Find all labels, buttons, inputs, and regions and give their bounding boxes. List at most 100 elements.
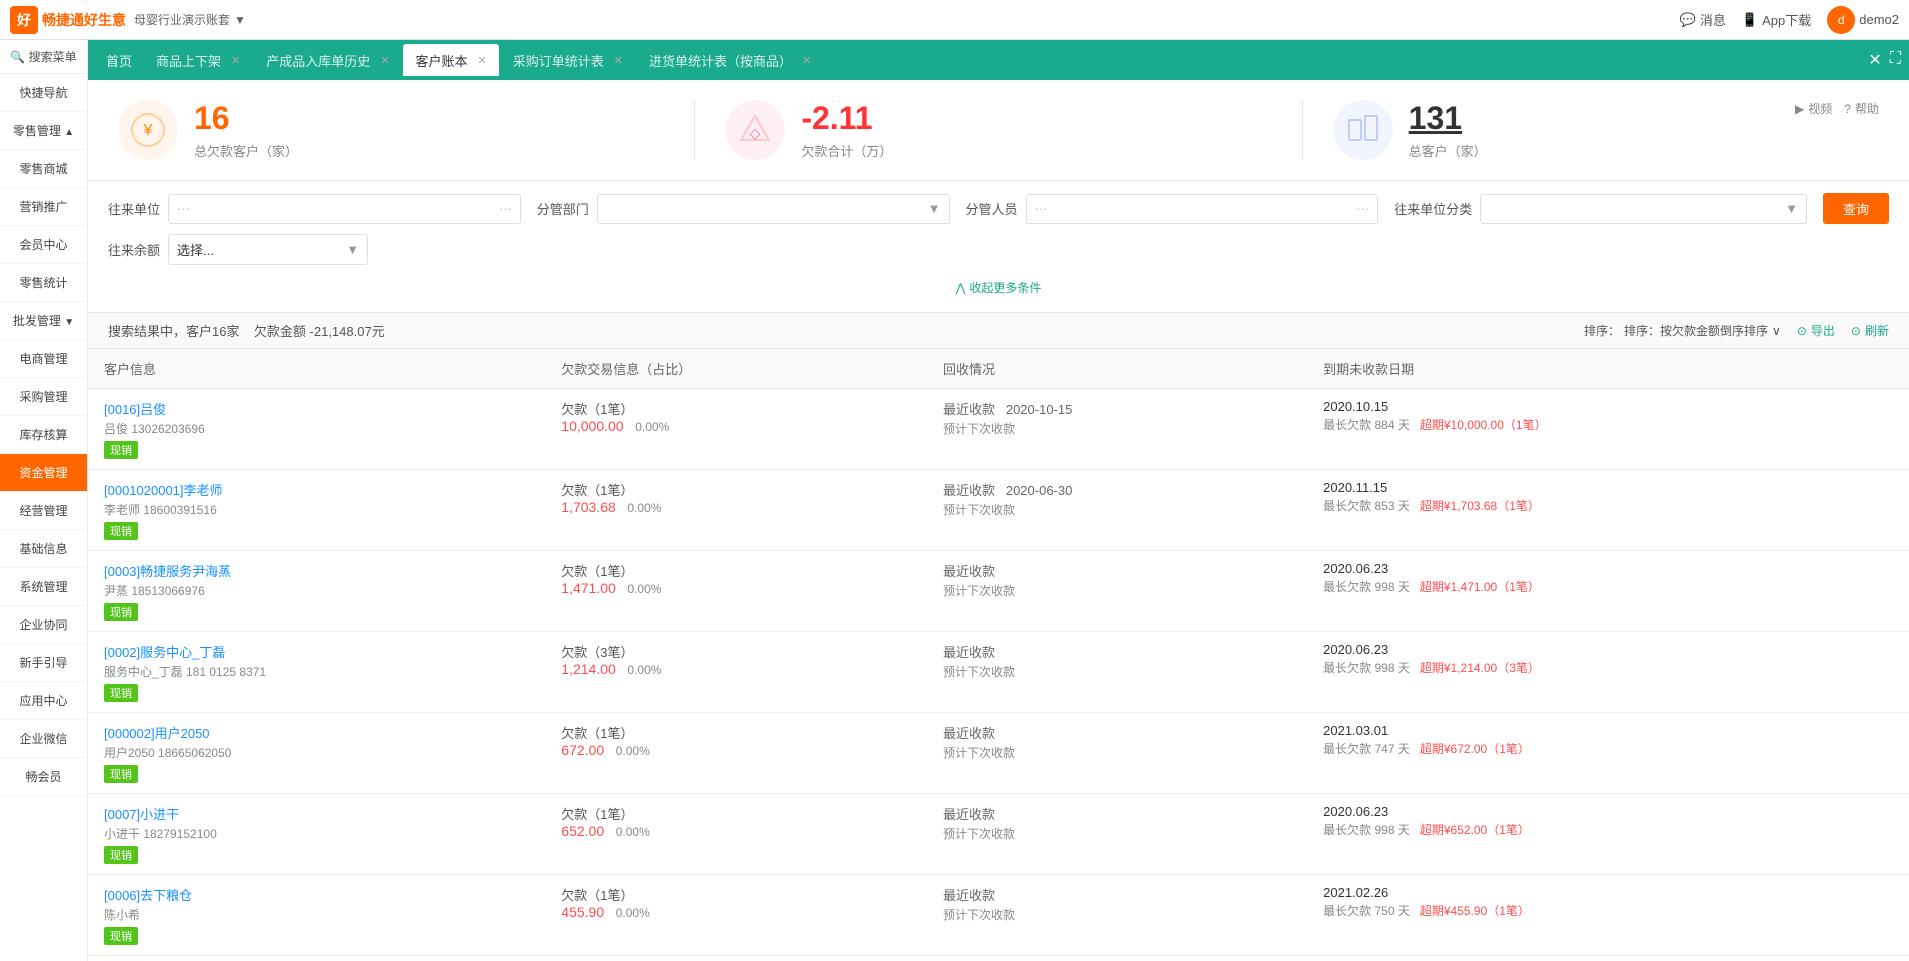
customer-name-link[interactable]: [000002]用户2050 [104, 726, 210, 741]
overdue-link[interactable]: 超期¥455.90（1笔） [1420, 904, 1530, 918]
customer-name-link[interactable]: [0016]吕俊 [104, 402, 166, 417]
sidebar-item-basic-info[interactable]: 基础信息 [0, 530, 87, 568]
col-header-collection: 回收情况 [927, 349, 1307, 389]
tab-product-listing[interactable]: 商品上下架 ✕ [144, 44, 252, 76]
tab-close-icon[interactable]: ✕ [802, 54, 811, 67]
sidebar-item-system[interactable]: 系统管理 [0, 568, 87, 606]
export-button[interactable]: ⊙ 导出 [1797, 322, 1835, 339]
tab-finished-goods[interactable]: 产成品入库单历史 ✕ [254, 44, 401, 76]
tab-expand-icon[interactable]: ⛶ [1890, 50, 1901, 70]
sort-select[interactable]: 排序： 排序：按欠款金额倒序排序 ∨ [1584, 322, 1781, 339]
sidebar-item-member2[interactable]: 畅会员 [0, 758, 87, 796]
due-date: 2020.06.23 [1323, 561, 1893, 576]
debt-ratio: 0.00% [635, 420, 669, 434]
tab-close-icon[interactable]: ✕ [478, 54, 487, 67]
due-date: 2021.03.01 [1323, 723, 1893, 738]
overdue-link[interactable]: 超期¥652.00（1笔） [1420, 823, 1530, 837]
collapse-button[interactable]: ⋀ 收起更多条件 [108, 275, 1889, 300]
collection-date: 最近收款 2020-06-30 [943, 480, 1291, 499]
tab-customer-account[interactable]: 客户账本 ✕ [403, 44, 498, 76]
sidebar-item-finance[interactable]: 资金管理 [0, 454, 87, 492]
sidebar-item-collab[interactable]: 企业协同 [0, 606, 87, 644]
sidebar-item-ecommerce[interactable]: 电商管理 [0, 340, 87, 378]
due-date: 2020.11.15 [1323, 480, 1893, 495]
filter-party-unit-input[interactable]: ··· [168, 194, 521, 224]
filter-unit-category-select[interactable]: ▼ [1480, 194, 1807, 224]
video-button[interactable]: ▶ 视频 [1795, 100, 1832, 117]
overdue-link[interactable]: 超期¥672.00（1笔） [1420, 742, 1530, 756]
sidebar-item-member[interactable]: 会员中心 [0, 226, 87, 264]
sidebar-item-label: 新手引导 [19, 656, 67, 670]
customer-contact: 李老师 18600391516 [104, 501, 529, 518]
overdue-link[interactable]: 超期¥10,000.00（1笔） [1420, 418, 1547, 432]
customer-name-link[interactable]: [0003]畅捷服务尹海蒸 [104, 564, 231, 579]
filter-label: 往来单位 [108, 199, 160, 218]
table-row: [0001020001]李老师 李老师 18600391516 现销 欠款（1笔… [88, 470, 1909, 551]
customer-tag: 现销 [104, 846, 138, 864]
message-button[interactable]: 💬 消息 [1680, 10, 1726, 29]
customer-name-link[interactable]: [0006]去下粮仓 [104, 888, 192, 903]
filter-party-unit: 往来单位 ··· [108, 194, 521, 224]
tab-label: 采购订单统计表 [513, 51, 604, 70]
refresh-button[interactable]: ⊙ 刷新 [1851, 322, 1889, 339]
user-avatar[interactable]: d demo2 [1827, 6, 1899, 34]
refresh-icon: ⊙ [1851, 324, 1861, 338]
customer-contact: 服务中心_丁磊 181 0125 8371 [104, 663, 529, 680]
debt-cell: 欠款（1笔） 1,471.00 0.00% [545, 551, 927, 632]
sidebar-item-apps[interactable]: 应用中心 [0, 682, 87, 720]
query-button[interactable]: 查询 [1823, 193, 1889, 224]
debt-customers-value: 16 [194, 100, 298, 137]
sidebar-item-quick-nav[interactable]: 快捷导航 [0, 74, 87, 112]
sidebar-item-inventory[interactable]: 库存核算 [0, 416, 87, 454]
sidebar-item-retail-stats[interactable]: 零售统计 [0, 264, 87, 302]
tab-close-icon[interactable]: ✕ [231, 54, 240, 67]
customer-name-link[interactable]: [0001020001]李老师 [104, 483, 223, 498]
customer-cell: [0001020001]李老师 李老师 18600391516 现销 [88, 470, 545, 551]
sidebar-item-label: 经营管理 [19, 504, 67, 518]
overdue-link[interactable]: 超期¥1,471.00（1笔） [1420, 580, 1540, 594]
overdue-cell: 2021.02.26 最长欠款 750 天 超期¥455.90（1笔） [1307, 875, 1909, 956]
collection-date: 最近收款 [943, 642, 1291, 661]
sidebar-item-retail-mgmt[interactable]: 零售管理 ▲ [0, 112, 87, 150]
sidebar-search[interactable]: 🔍 搜索菜单 [0, 40, 87, 74]
tab-purchase-order-stats[interactable]: 采购订单统计表 ✕ [501, 44, 635, 76]
sidebar-item-wholesale[interactable]: 批发管理 ▼ [0, 302, 87, 340]
sidebar-item-marketing[interactable]: 营销推广 [0, 188, 87, 226]
app-download-button[interactable]: 📱 App下载 [1742, 10, 1811, 29]
filter-person-input[interactable]: ··· [1026, 194, 1379, 224]
filter-balance-select[interactable]: 选择... ▼ [168, 234, 368, 265]
sidebar-item-label: 采购管理 [19, 390, 67, 404]
tab-bar-actions: ✕ ⛶ [1868, 50, 1901, 70]
debt-amount: 1,703.68 [561, 499, 616, 515]
sidebar-item-purchase[interactable]: 采购管理 [0, 378, 87, 416]
customer-name-link[interactable]: [0002]服务中心_丁磊 [104, 645, 225, 660]
sidebar-item-guide[interactable]: 新手引导 [0, 644, 87, 682]
filter-dots: ··· [1035, 201, 1048, 216]
table-row: [000001]黄思源 黄思源 13552700226 现销 欠款（1笔） 42… [88, 956, 1909, 961]
overdue-link[interactable]: 超期¥1,703.68（1笔） [1420, 499, 1540, 513]
filter-department-select[interactable]: ▼ [597, 194, 950, 224]
sidebar-item-label: 电商管理 [19, 352, 67, 366]
overdue-link[interactable]: 超期¥1,214.00（3笔） [1420, 661, 1540, 675]
debt-amount: 1,471.00 [561, 580, 616, 596]
help-button[interactable]: ? 帮助 [1844, 100, 1879, 117]
customer-name-link[interactable]: [0007]小进干 [104, 807, 179, 822]
summary-cards: ¥ 16 总欠款客户（家） ◇ -2.11 欠款合计（万） [88, 80, 1909, 181]
store-select[interactable]: 母婴行业演示账套 ▼ [134, 11, 246, 28]
sidebar-item-business[interactable]: 经营管理 [0, 492, 87, 530]
tab-purchase-stats-by-product[interactable]: 进货单统计表（按商品） ✕ [637, 44, 823, 76]
collection-date: 最近收款 [943, 561, 1291, 580]
sidebar-item-wecom[interactable]: 企业微信 [0, 720, 87, 758]
tab-close-all-icon[interactable]: ✕ [1868, 50, 1881, 70]
tab-home[interactable]: 首页 [96, 51, 142, 70]
overdue-cell: 2020.10.15 最长欠款 884 天 超期¥10,000.00（1笔） [1307, 389, 1909, 470]
sidebar-item-label: 企业微信 [19, 732, 67, 746]
customer-contact: 吕俊 13026203696 [104, 420, 529, 437]
sidebar-item-retail-mall[interactable]: 零售商城 [0, 150, 87, 188]
search-icon: 🔍 [10, 50, 25, 64]
tab-close-icon[interactable]: ✕ [614, 54, 623, 67]
tab-close-icon[interactable]: ✕ [380, 54, 389, 67]
tab-label: 进货单统计表（按商品） [649, 51, 792, 70]
filter-balance: 往来余额 选择... ▼ [108, 234, 1889, 265]
customer-cell: [000002]用户2050 用户2050 18665062050 现销 [88, 713, 545, 794]
